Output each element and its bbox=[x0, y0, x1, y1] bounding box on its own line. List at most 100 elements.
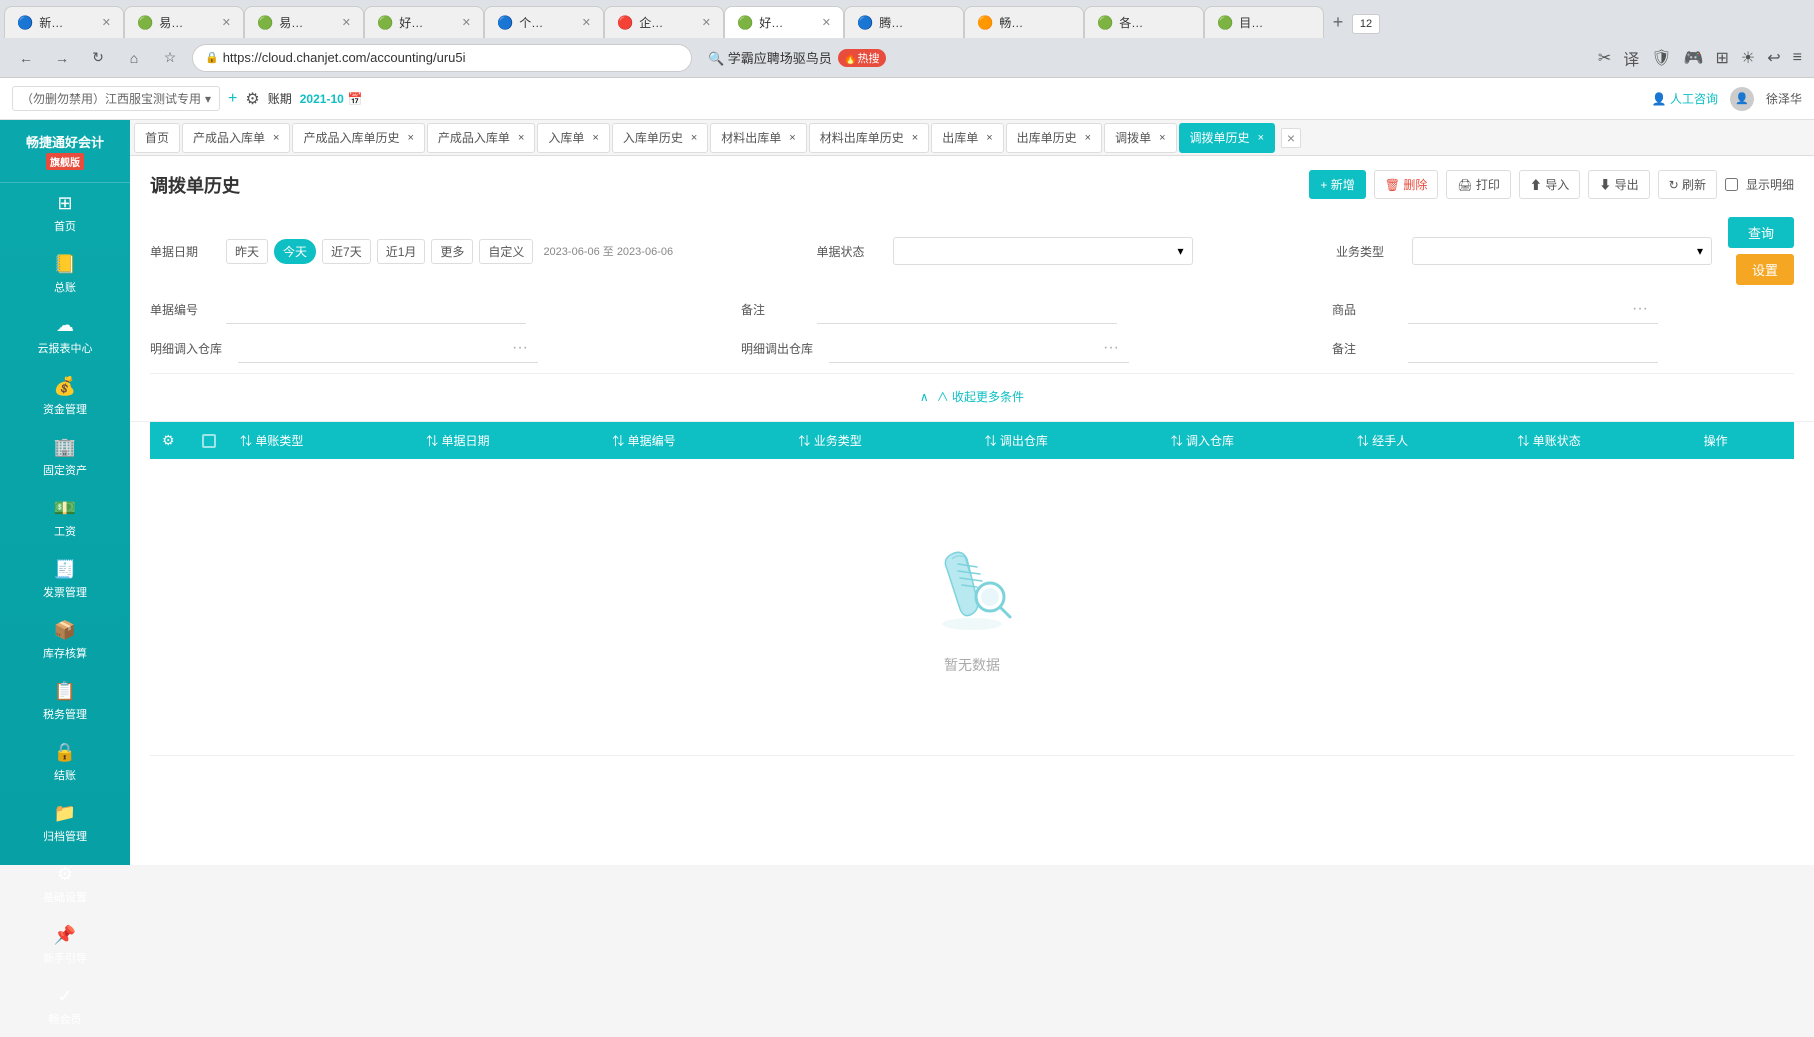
date-btn-昨天[interactable]: 昨天 bbox=[226, 239, 268, 264]
new-button[interactable]: + 新增 bbox=[1309, 170, 1365, 199]
detail-remark-input[interactable] bbox=[1408, 335, 1658, 363]
sidebar-item-assets[interactable]: 🏢固定资产 bbox=[0, 427, 130, 488]
page-tab-pt2[interactable]: 产成品入库单× bbox=[182, 123, 290, 153]
page-tab-pt1[interactable]: 首页 bbox=[134, 123, 180, 153]
page-tab-pt3[interactable]: 产成品入库单历史× bbox=[292, 123, 424, 153]
tab-close-icon[interactable]: ✕ bbox=[702, 16, 711, 29]
sidebar-item-home[interactable]: ⊞首页 bbox=[0, 183, 130, 244]
reload-button[interactable]: ↻ bbox=[84, 44, 112, 72]
new-tab-button[interactable]: + bbox=[1324, 8, 1352, 36]
date-btn-更多[interactable]: 更多 bbox=[431, 239, 473, 264]
detail-in-ellipsis-button[interactable]: ··· bbox=[508, 339, 532, 357]
page-tab-close-pt10[interactable]: × bbox=[1085, 132, 1091, 144]
detail-in-input[interactable] bbox=[238, 334, 508, 362]
date-btn-自定义[interactable]: 自定义 bbox=[479, 239, 533, 264]
page-tab-close-pt3[interactable]: × bbox=[407, 132, 413, 144]
tab-close-icon[interactable]: ✕ bbox=[822, 16, 831, 29]
tab-count-badge[interactable]: 12 bbox=[1352, 14, 1380, 34]
remark-input[interactable] bbox=[817, 296, 1117, 324]
table-header-date[interactable]: ⇅ 单据日期 bbox=[414, 422, 600, 459]
page-tab-pt11[interactable]: 调拨单× bbox=[1104, 123, 1176, 153]
sidebar-item-tax[interactable]: 📋税务管理 bbox=[0, 671, 130, 732]
browser-tab-t4[interactable]: 🟢好…✕ bbox=[364, 6, 484, 38]
browser-tab-t10[interactable]: 🟢各… bbox=[1084, 6, 1204, 38]
page-tab-pt5[interactable]: 入库单× bbox=[537, 123, 609, 153]
menu-icon[interactable]: ≡ bbox=[1793, 49, 1802, 67]
delete-button[interactable]: 🗑 删除 bbox=[1374, 170, 1439, 199]
page-tab-close-pt11[interactable]: × bbox=[1159, 132, 1165, 144]
company-selector[interactable]: （勿删勿禁用）江西服宝测试专用 ▾ bbox=[12, 86, 220, 111]
browser-tab-t1[interactable]: 🔵新…✕ bbox=[4, 6, 124, 38]
address-bar[interactable]: 🔒 https://cloud.chanjet.com/accounting/u… bbox=[192, 44, 692, 72]
tab-close-icon[interactable]: ✕ bbox=[102, 16, 111, 29]
refresh-button[interactable]: ↻ 刷新 bbox=[1658, 170, 1717, 199]
date-btn-近7天[interactable]: 近7天 bbox=[322, 239, 371, 264]
date-btn-近1月[interactable]: 近1月 bbox=[377, 239, 426, 264]
page-tab-pt10[interactable]: 出库单历史× bbox=[1006, 123, 1102, 153]
page-tab-pt9[interactable]: 出库单× bbox=[931, 123, 1003, 153]
shield-icon[interactable]: 🛡 bbox=[1651, 48, 1671, 68]
page-tab-close-pt5[interactable]: × bbox=[592, 132, 598, 144]
date-btn-今天[interactable]: 今天 bbox=[274, 239, 316, 264]
settings-header-button[interactable]: ⚙ bbox=[245, 89, 259, 109]
bookmark-button[interactable]: ☆ bbox=[156, 44, 184, 72]
page-tab-pt7[interactable]: 材料出库单× bbox=[710, 123, 806, 153]
game-icon[interactable]: 🎮 bbox=[1684, 48, 1704, 68]
table-header-in_warehouse[interactable]: ⇅ 调入仓库 bbox=[1159, 422, 1345, 459]
filter-settings-button[interactable]: 设置 bbox=[1736, 254, 1794, 285]
import-button[interactable]: ⬆ 导入 bbox=[1519, 170, 1580, 199]
browser-tab-t8[interactable]: 🔵腾… bbox=[844, 6, 964, 38]
close-all-tabs-button[interactable]: × bbox=[1281, 128, 1301, 148]
sidebar-item-inventory[interactable]: 📦库存核算 bbox=[0, 610, 130, 671]
goods-ellipsis-button[interactable]: ··· bbox=[1628, 300, 1652, 318]
page-tab-close-pt7[interactable]: × bbox=[789, 132, 795, 144]
page-tab-close-pt2[interactable]: × bbox=[273, 132, 279, 144]
table-header-handler[interactable]: ⇅ 经手人 bbox=[1345, 422, 1506, 459]
browser-tab-t7[interactable]: 🟢好…✕ bbox=[724, 6, 844, 38]
browser-tab-t5[interactable]: 🔵个…✕ bbox=[484, 6, 604, 38]
sidebar-item-invoice[interactable]: 🧾发票管理 bbox=[0, 549, 130, 610]
page-tab-close-pt6[interactable]: × bbox=[691, 132, 697, 144]
tab-close-icon[interactable]: ✕ bbox=[462, 16, 471, 29]
page-tab-close-pt8[interactable]: × bbox=[912, 132, 918, 144]
browser-tab-t9[interactable]: 🟠畅… bbox=[964, 6, 1084, 38]
period-selector[interactable]: 账期 2021-10 📅 bbox=[268, 90, 363, 107]
add-company-button[interactable]: + bbox=[228, 90, 237, 108]
table-header-status[interactable]: ⇅ 单账状态 bbox=[1505, 422, 1691, 459]
select-all-checkbox[interactable] bbox=[202, 434, 216, 448]
print-button[interactable]: 🖨 打印 bbox=[1446, 170, 1511, 199]
back-button[interactable]: ← bbox=[12, 44, 40, 72]
sidebar-item-guide[interactable]: 📌新手引导 bbox=[0, 915, 130, 976]
browser-tab-t3[interactable]: 🟢易…✕ bbox=[244, 6, 364, 38]
sidebar-item-closing[interactable]: 🔒结账 bbox=[0, 732, 130, 793]
sidebar-item-ledger[interactable]: 📒总账 bbox=[0, 244, 130, 305]
user-name[interactable]: 徐泽华 bbox=[1766, 90, 1802, 107]
export-button[interactable]: ⬇ 导出 bbox=[1588, 170, 1649, 199]
browser-tab-t6[interactable]: 🔴企…✕ bbox=[604, 6, 724, 38]
browser-tab-t11[interactable]: 🟢目… bbox=[1204, 6, 1324, 38]
table-header-type[interactable]: ⇅ 单账类型 bbox=[228, 422, 414, 459]
table-header-business[interactable]: ⇅ 业务类型 bbox=[786, 422, 972, 459]
page-tab-pt6[interactable]: 入库单历史× bbox=[612, 123, 708, 153]
business-type-select[interactable]: ▾ bbox=[1412, 237, 1712, 265]
page-tab-close-pt12[interactable]: × bbox=[1258, 132, 1264, 144]
home-button[interactable]: ⌂ bbox=[120, 44, 148, 72]
calendar-icon[interactable]: 📅 bbox=[348, 92, 363, 106]
page-tab-pt4[interactable]: 产成品入库单× bbox=[427, 123, 535, 153]
table-gear-header[interactable]: ⚙ bbox=[150, 422, 190, 459]
gear-icon[interactable]: ⚙ bbox=[162, 432, 175, 448]
table-check-header[interactable] bbox=[190, 422, 228, 459]
forward-button[interactable]: → bbox=[48, 44, 76, 72]
ai-service-button[interactable]: 👤 人工咨询 bbox=[1652, 90, 1718, 107]
doc-number-input[interactable] bbox=[226, 296, 526, 324]
sidebar-item-reports[interactable]: ☁云报表中心 bbox=[0, 305, 130, 366]
goods-input[interactable] bbox=[1408, 295, 1628, 323]
display-cols-checkbox[interactable] bbox=[1725, 178, 1738, 191]
page-tab-close-pt4[interactable]: × bbox=[518, 132, 524, 144]
tab-close-icon[interactable]: ✕ bbox=[222, 16, 231, 29]
sidebar-item-settings[interactable]: ⚙基础设置 bbox=[0, 854, 130, 915]
tab-close-icon[interactable]: ✕ bbox=[342, 16, 351, 29]
table-header-out_warehouse[interactable]: ⇅ 调出仓库 bbox=[973, 422, 1159, 459]
scissors-icon[interactable]: ✂ bbox=[1598, 48, 1611, 68]
page-tab-pt8[interactable]: 材料出库单历史× bbox=[809, 123, 929, 153]
